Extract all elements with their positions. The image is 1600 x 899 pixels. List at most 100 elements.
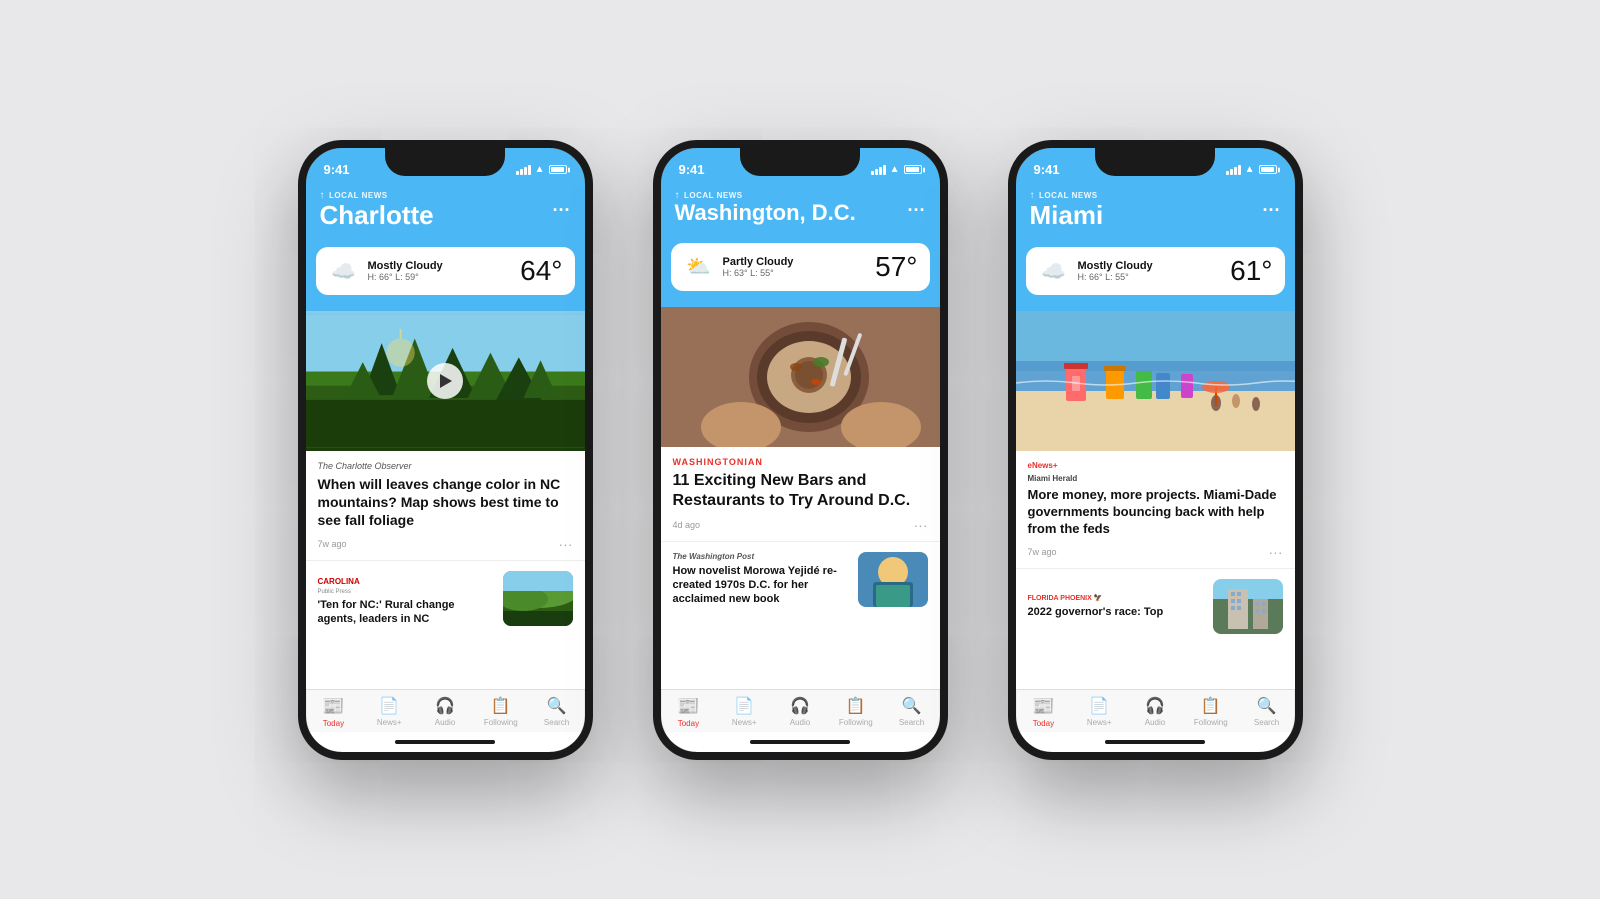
- source-miami-1: Miami Herald: [1028, 474, 1283, 483]
- weather-icon-miami: ☁️: [1038, 255, 1070, 287]
- status-icons-washington: ▲: [871, 164, 922, 175]
- tab-newsplus-charlotte[interactable]: 📄 News+: [361, 696, 417, 728]
- notch-miami: [1095, 148, 1215, 176]
- source-washington-2: The Washington Post: [673, 552, 848, 561]
- more-button-washington[interactable]: ···: [908, 200, 926, 221]
- status-icons-charlotte: ▲: [516, 164, 567, 175]
- weather-icon-charlotte: ☁️: [328, 255, 360, 287]
- tab-label-newsplus-charlotte: News+: [377, 718, 402, 727]
- weather-temp-miami: 61°: [1230, 255, 1272, 287]
- weather-detail-miami: H: 66° L: 55°: [1078, 272, 1153, 282]
- following-icon-washington: 📋: [846, 696, 866, 716]
- weather-condition-washington: Partly Cloudy: [723, 256, 794, 268]
- tab-audio-charlotte[interactable]: 🎧 Audio: [417, 696, 473, 728]
- play-button-charlotte[interactable]: [427, 363, 463, 399]
- hero-image-charlotte[interactable]: [306, 311, 585, 451]
- tab-newsplus-washington[interactable]: 📄 News+: [716, 696, 772, 728]
- tab-label-following-washington: Following: [839, 718, 873, 727]
- tab-today-miami[interactable]: 📰 Today: [1016, 696, 1072, 728]
- home-indicator-charlotte: [306, 732, 585, 752]
- weather-temp-charlotte: 64°: [520, 255, 562, 287]
- status-icons-miami: ▲: [1226, 164, 1277, 175]
- tab-label-following-miami: Following: [1194, 718, 1228, 727]
- signal-icon-charlotte: [516, 165, 531, 175]
- tab-label-today-washington: Today: [678, 719, 699, 728]
- search-icon-miami: 🔍: [1257, 696, 1277, 716]
- city-name-washington: Washington, D.C.: [675, 200, 856, 225]
- battery-icon-miami: [1259, 165, 1277, 174]
- home-indicator-miami: [1016, 732, 1295, 752]
- tab-following-miami[interactable]: 📋 Following: [1183, 696, 1239, 728]
- tab-following-washington[interactable]: 📋 Following: [828, 696, 884, 728]
- article-title-washington-1: 11 Exciting New Bars and Restaurants to …: [673, 471, 928, 511]
- local-news-label-charlotte: ↑ LOCAL NEWS: [320, 190, 571, 201]
- app-header-washington: ↑ LOCAL NEWS Washington, D.C. ···: [661, 186, 940, 235]
- tab-audio-miami[interactable]: 🎧 Audio: [1127, 696, 1183, 728]
- tab-newsplus-miami[interactable]: 📄 News+: [1071, 696, 1127, 728]
- tab-label-search-charlotte: Search: [544, 718, 569, 727]
- enews-badge-miami: eNews+: [1028, 461, 1058, 470]
- article-title-miami-2: 2022 governor's race: Top: [1028, 605, 1203, 619]
- article-dots-miami-1[interactable]: ···: [1269, 544, 1283, 560]
- weather-icon-washington: ⛅: [683, 251, 715, 283]
- tab-audio-washington[interactable]: 🎧 Audio: [772, 696, 828, 728]
- search-icon-charlotte: 🔍: [547, 696, 567, 716]
- article-1-miami[interactable]: eNews+ Miami Herald More money, more pro…: [1016, 451, 1295, 569]
- weather-card-washington: ⛅ Partly Cloudy H: 63° L: 55° 57°: [671, 243, 930, 291]
- weather-condition-charlotte: Mostly Cloudy: [368, 260, 443, 272]
- city-name-charlotte: Charlotte: [320, 200, 434, 230]
- article-dots-washington-1[interactable]: ···: [914, 517, 928, 533]
- wifi-icon-miami: ▲: [1245, 164, 1255, 175]
- following-icon-charlotte: 📋: [491, 696, 511, 716]
- article-time-charlotte-1: 7w ago: [318, 539, 347, 549]
- wifi-icon-charlotte: ▲: [535, 164, 545, 175]
- tab-label-today-charlotte: Today: [323, 719, 344, 728]
- tab-search-washington[interactable]: 🔍 Search: [884, 696, 940, 728]
- app-header-charlotte: ↑ LOCAL NEWS Charlotte ···: [306, 186, 585, 240]
- today-icon-charlotte: 📰: [322, 696, 344, 717]
- hero-image-miami[interactable]: [1016, 311, 1295, 451]
- battery-icon-washington: [904, 165, 922, 174]
- notch-charlotte: [385, 148, 505, 176]
- content-miami: eNews+ Miami Herald More money, more pro…: [1016, 311, 1295, 688]
- article-title-charlotte-2: 'Ten for NC:' Rural change agents, leade…: [318, 598, 493, 627]
- tab-bar-washington: 📰 Today 📄 News+ 🎧 Audio 📋 Following 🔍: [661, 689, 940, 732]
- more-button-miami[interactable]: ···: [1263, 200, 1281, 221]
- weather-temp-washington: 57°: [875, 251, 917, 283]
- article-title-miami-1: More money, more projects. Miami-Dade go…: [1028, 487, 1283, 538]
- status-time-charlotte: 9:41: [324, 162, 350, 177]
- newsplus-icon-washington: 📄: [734, 696, 754, 716]
- more-button-charlotte[interactable]: ···: [553, 200, 571, 221]
- article-time-miami-1: 7w ago: [1028, 547, 1057, 557]
- article-1-washington[interactable]: WASHINGTONIAN 11 Exciting New Bars and R…: [661, 447, 940, 542]
- article-2-miami[interactable]: FLORIDA PHOENIX 🦅 2022 governor's race: …: [1016, 569, 1295, 644]
- weather-detail-charlotte: H: 66° L: 59°: [368, 272, 443, 282]
- arrow-icon-charlotte: ↑: [320, 190, 326, 201]
- search-icon-washington: 🔍: [902, 696, 922, 716]
- tab-search-miami[interactable]: 🔍 Search: [1239, 696, 1295, 728]
- tab-bar-miami: 📰 Today 📄 News+ 🎧 Audio 📋 Following 🔍: [1016, 689, 1295, 732]
- hero-image-washington[interactable]: [661, 307, 940, 447]
- tab-label-audio-washington: Audio: [790, 718, 810, 727]
- article-2-charlotte[interactable]: CAROLINA Public Press 'Ten for NC:' Rura…: [306, 561, 585, 637]
- tab-following-charlotte[interactable]: 📋 Following: [473, 696, 529, 728]
- source-washington-1: WASHINGTONIAN: [673, 457, 928, 467]
- today-icon-miami: 📰: [1032, 696, 1054, 717]
- local-news-label-washington: ↑ LOCAL NEWS: [675, 190, 926, 201]
- article-1-charlotte[interactable]: The Charlotte Observer When will leaves …: [306, 451, 585, 561]
- tab-search-charlotte[interactable]: 🔍 Search: [529, 696, 585, 728]
- tab-today-charlotte[interactable]: 📰 Today: [306, 696, 362, 728]
- newsplus-icon-miami: 📄: [1089, 696, 1109, 716]
- content-washington: WASHINGTONIAN 11 Exciting New Bars and R…: [661, 307, 940, 689]
- article-2-washington[interactable]: The Washington Post How novelist Morowa …: [661, 542, 940, 617]
- audio-icon-charlotte: 🎧: [435, 696, 455, 716]
- app-header-miami: ↑ LOCAL NEWS Miami ···: [1016, 186, 1295, 240]
- audio-icon-miami: 🎧: [1145, 696, 1165, 716]
- tab-today-washington[interactable]: 📰 Today: [661, 696, 717, 728]
- newsplus-icon-charlotte: 📄: [379, 696, 399, 716]
- tab-label-audio-charlotte: Audio: [435, 718, 455, 727]
- article-title-washington-2: How novelist Morowa Yejidé re-created 19…: [673, 564, 848, 607]
- source-miami-2: FLORIDA PHOENIX 🦅: [1028, 594, 1203, 602]
- article-dots-charlotte-1[interactable]: ···: [559, 536, 573, 552]
- tab-bar-charlotte: 📰 Today 📄 News+ 🎧 Audio 📋 Following 🔍: [306, 689, 585, 732]
